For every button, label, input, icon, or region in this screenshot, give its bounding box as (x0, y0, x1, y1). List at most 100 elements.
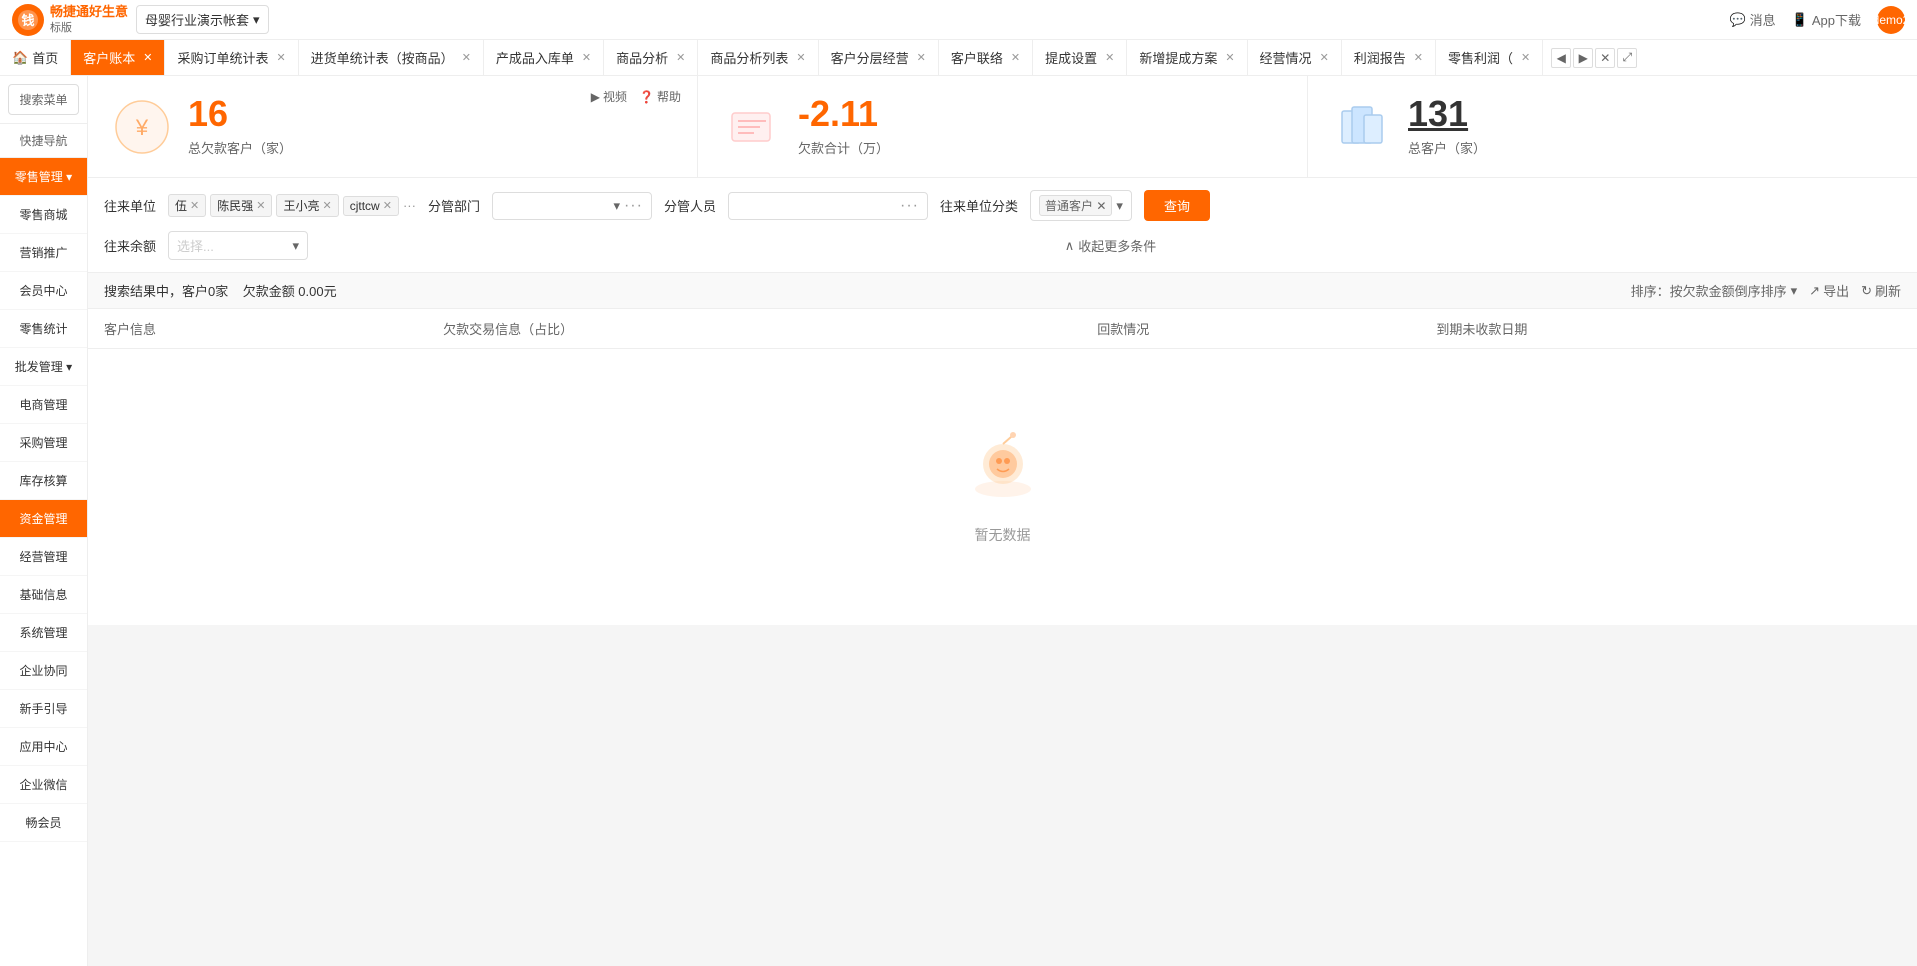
sidebar-item-label: 批发管理 (15, 360, 63, 374)
nav-arrows: ◀ ▶ ✕ ⤢ (1543, 40, 1645, 75)
sidebar-search-btn[interactable]: 搜索菜单 (8, 84, 79, 115)
stat-label-total-customers: 总客户（家） (1408, 138, 1893, 157)
tab-instock-stats[interactable]: 进货单统计表（按商品） ✕ (299, 40, 484, 75)
close-icon[interactable]: ✕ (1320, 51, 1329, 64)
close-icon[interactable]: ✕ (1105, 51, 1114, 64)
refresh-label: 刷新 (1875, 281, 1901, 300)
dept-filter-label: 分管部门 (428, 196, 480, 215)
export-btn[interactable]: ↗ 导出 (1809, 281, 1849, 300)
tab-new-improve[interactable]: 新增提成方案 ✕ (1127, 40, 1247, 75)
sidebar-item-capital-mgmt[interactable]: 资金管理 (0, 500, 87, 538)
sidebar-item-retail-mall[interactable]: 零售商城 (0, 196, 87, 234)
tab-home[interactable]: 🏠 首页 (0, 40, 71, 75)
filter-row-1: 往来单位 伍 ✕ 陈民强 ✕ 王小亮 ✕ cjttcw ✕ ··· (104, 190, 1901, 221)
close-icon[interactable]: ✕ (383, 199, 392, 212)
unit-tag-chen[interactable]: 陈民强 ✕ (210, 194, 272, 217)
sidebar-quick-nav[interactable]: 快捷导航 (0, 124, 87, 158)
unit-tag-cjttcw[interactable]: cjttcw ✕ (343, 196, 399, 216)
video-btn[interactable]: ▶ 视频 (591, 88, 627, 105)
sidebar-item-retail-stats[interactable]: 零售统计 (0, 310, 87, 348)
sidebar-item-system-mgmt[interactable]: 系统管理 (0, 614, 87, 652)
close-icon[interactable]: ✕ (323, 199, 332, 212)
sidebar-search-area: 搜索菜单 (0, 76, 87, 124)
close-icon[interactable]: ✕ (143, 51, 152, 64)
close-icon[interactable]: ✕ (1414, 51, 1423, 64)
sidebar-item-purchase-mgmt[interactable]: 采购管理 (0, 424, 87, 462)
top-bar: 钱 畅捷通好生意 标版 母婴行业演示帐套 ▾ 💬 消息 📱 App下载 demo… (0, 0, 1917, 40)
close-icon[interactable]: ✕ (1521, 51, 1530, 64)
sidebar-item-ecommerce[interactable]: 电商管理 (0, 386, 87, 424)
person-filter-select[interactable]: ··· (728, 192, 928, 220)
close-icon[interactable]: ✕ (1011, 51, 1020, 64)
close-icon[interactable]: ✕ (796, 51, 805, 64)
home-icon: 🏠 (12, 50, 28, 66)
dept-filter-select[interactable]: ▾ ··· (492, 192, 652, 220)
close-icon[interactable]: ✕ (190, 199, 199, 212)
table-container: 客户信息 欠款交易信息（占比） 回款情况 到期未收款日期 (88, 309, 1917, 625)
unit-tag-wu[interactable]: 伍 ✕ (168, 194, 206, 217)
tab-retail-profit[interactable]: 零售利润（ ✕ (1436, 40, 1543, 75)
close-icon[interactable]: ✕ (462, 51, 471, 64)
close-icon[interactable]: ✕ (276, 51, 285, 64)
results-info: 搜索结果中，客户0家 欠款金额 0.00元 (104, 281, 337, 300)
tab-customer-contact[interactable]: 客户联络 ✕ (939, 40, 1033, 75)
nav-close-all-btn[interactable]: ✕ (1595, 48, 1615, 68)
tab-customer-book[interactable]: 客户账本 ✕ (71, 40, 165, 75)
search-btn[interactable]: 查询 (1144, 190, 1210, 221)
more-options-icon[interactable]: ··· (900, 197, 919, 215)
col-repayment: 回款情况 (1081, 309, 1420, 349)
close-icon[interactable]: ✕ (1225, 51, 1234, 64)
tab-operation[interactable]: 经营情况 ✕ (1248, 40, 1342, 75)
app-download-btn[interactable]: 📱 App下载 (1792, 10, 1861, 29)
refresh-btn[interactable]: ↻ 刷新 (1861, 281, 1901, 300)
sidebar-item-marketing[interactable]: 营销推广 (0, 234, 87, 272)
close-icon[interactable]: ✕ (1096, 199, 1106, 213)
tab-improve-settings[interactable]: 提成设置 ✕ (1033, 40, 1127, 75)
sidebar-item-basic-info[interactable]: 基础信息 (0, 576, 87, 614)
tab-product-analysis-list[interactable]: 商品分析列表 ✕ (698, 40, 818, 75)
tab-instock-stats-label: 进货单统计表（按商品） (311, 48, 454, 67)
close-icon[interactable]: ✕ (256, 199, 265, 212)
more-options-icon[interactable]: ··· (624, 197, 643, 215)
sidebar-item-operations-mgmt[interactable]: 经营管理 (0, 538, 87, 576)
more-tags-btn[interactable]: ··· (403, 198, 416, 213)
sidebar-item-wholesale-mgmt[interactable]: 批发管理 ▾ (0, 348, 87, 386)
empty-row: 暂无数据 (88, 349, 1917, 626)
stat-value-debt-amount: -2.11 (798, 96, 1283, 132)
sidebar-item-inventory[interactable]: 库存核算 (0, 462, 87, 500)
close-icon[interactable]: ✕ (917, 51, 926, 64)
nav-prev-btn[interactable]: ◀ (1551, 48, 1571, 68)
tab-customer-segment[interactable]: 客户分层经营 ✕ (819, 40, 939, 75)
help-btn[interactable]: ❓ 帮助 (639, 88, 681, 105)
tab-purchase-order[interactable]: 采购订单统计表 ✕ (165, 40, 298, 75)
message-btn[interactable]: 💬 消息 (1729, 10, 1775, 29)
unit-tag-wang[interactable]: 王小亮 ✕ (276, 194, 338, 217)
col-debt-info: 欠款交易信息（占比） (427, 309, 1081, 349)
sidebar-item-label: 企业协同 (19, 664, 67, 678)
collapse-btn[interactable]: ∧ 收起更多条件 (1057, 232, 1165, 259)
nav-next-btn[interactable]: ▶ (1573, 48, 1593, 68)
sidebar-item-enterprise-coop[interactable]: 企业协同 (0, 652, 87, 690)
close-icon[interactable]: ✕ (676, 51, 685, 64)
sort-select[interactable]: 排序：按欠款金额倒序排序 ▾ (1631, 281, 1798, 300)
username: demo2 (1873, 13, 1910, 27)
export-icon: ↗ (1809, 283, 1820, 299)
sidebar-item-label: 经营管理 (19, 550, 67, 564)
unit-type-select[interactable]: 普通客户 ✕ ▾ (1030, 190, 1132, 221)
sidebar-item-enterprise-wechat[interactable]: 企业微信 (0, 766, 87, 804)
sidebar-item-member-center[interactable]: 会员中心 (0, 272, 87, 310)
nav-expand-btn[interactable]: ⤢ (1617, 48, 1637, 68)
tab-product-analysis[interactable]: 商品分析 ✕ (604, 40, 698, 75)
sidebar-item-vip-member[interactable]: 畅会员 (0, 804, 87, 842)
sidebar-item-app-center[interactable]: 应用中心 (0, 728, 87, 766)
industry-selector[interactable]: 母婴行业演示帐套 ▾ (136, 5, 269, 34)
close-icon[interactable]: ✕ (582, 51, 591, 64)
user-avatar-area[interactable]: demo2 (1877, 6, 1905, 34)
sidebar-item-new-guide[interactable]: 新手引导 (0, 690, 87, 728)
chevron-down-icon: ▾ (1116, 198, 1123, 214)
stats-row: ¥ 16 总欠款客户（家） ▶ 视频 ❓ 帮助 (88, 76, 1917, 178)
sidebar-item-retail-mgmt[interactable]: 零售管理 ▾ (0, 158, 87, 196)
balance-filter-select[interactable]: 选择... ▾ (168, 231, 308, 260)
tab-product-in[interactable]: 产成品入库单 ✕ (484, 40, 604, 75)
tab-profit-report[interactable]: 利润报告 ✕ (1342, 40, 1436, 75)
